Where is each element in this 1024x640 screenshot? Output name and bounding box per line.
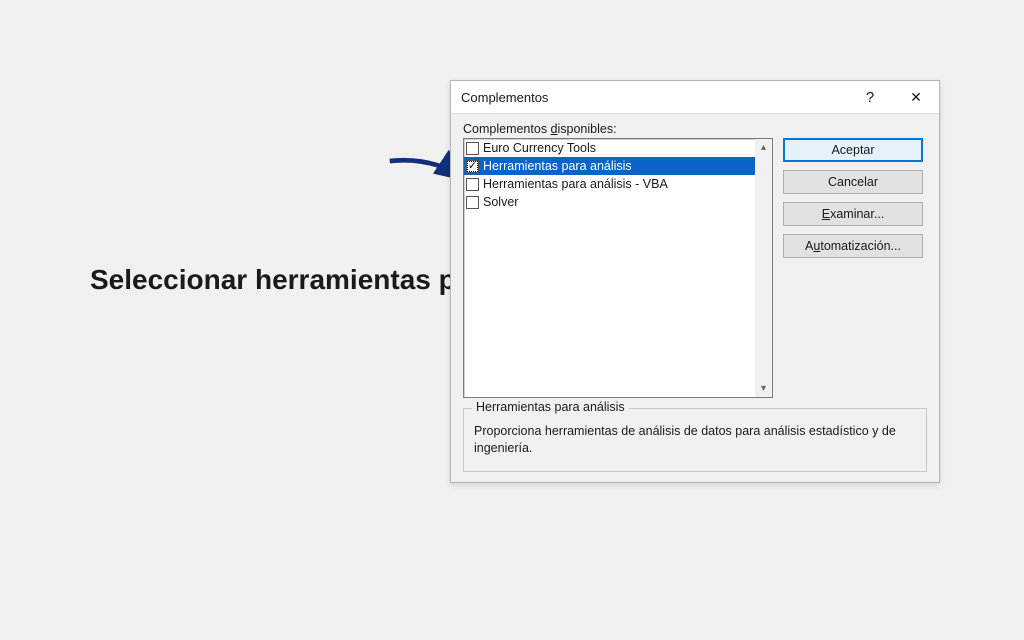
addin-row[interactable]: Solver: [464, 193, 772, 211]
browse-button[interactable]: Examinar...: [783, 202, 923, 226]
addin-description-text: Proporciona herramientas de análisis de …: [474, 423, 916, 457]
close-button[interactable]: ✕: [893, 81, 939, 113]
complementos-dialog: Complementos ? ✕ Complementos disponible…: [450, 80, 940, 483]
scroll-up-icon[interactable]: ▴: [755, 139, 772, 156]
addin-label: Herramientas para análisis - VBA: [483, 177, 668, 191]
cancel-button[interactable]: Cancelar: [783, 170, 923, 194]
close-icon: ✕: [910, 89, 922, 106]
dialog-body: Complementos disponibles: Euro Currency …: [451, 113, 939, 482]
dialog-title: Complementos: [461, 90, 847, 105]
addin-description-group: Herramientas para análisis Proporciona h…: [463, 408, 927, 472]
addin-checkbox[interactable]: ✓: [466, 160, 479, 173]
dialog-button-column: Aceptar Cancelar Examinar... Automatizac…: [783, 138, 923, 258]
addins-listbox-wrap: Euro Currency Tools ✓ Herramientas para an…: [463, 138, 773, 398]
accept-button[interactable]: Aceptar: [783, 138, 923, 162]
addin-label: Solver: [483, 195, 518, 209]
scroll-down-icon[interactable]: ▾: [755, 380, 772, 397]
addin-label: Herramientas para análisis: [483, 159, 632, 173]
dialog-titlebar: Complementos ? ✕: [451, 81, 939, 113]
addin-row[interactable]: Euro Currency Tools: [464, 139, 772, 157]
addin-checkbox[interactable]: [466, 196, 479, 209]
addin-checkbox[interactable]: [466, 142, 479, 155]
addin-description-legend: Herramientas para análisis: [472, 400, 629, 414]
listbox-scrollbar[interactable]: ▴ ▾: [755, 139, 772, 397]
help-button[interactable]: ?: [847, 81, 893, 113]
addin-row[interactable]: ✓ Herramientas para análisis: [464, 157, 772, 175]
available-addins-label: Complementos disponibles:: [463, 122, 927, 136]
addin-row[interactable]: Herramientas para análisis - VBA: [464, 175, 772, 193]
addins-listbox[interactable]: Euro Currency Tools ✓ Herramientas para an…: [463, 138, 773, 398]
addin-checkbox[interactable]: [466, 178, 479, 191]
addin-label: Euro Currency Tools: [483, 141, 596, 155]
automation-button[interactable]: Automatización...: [783, 234, 923, 258]
